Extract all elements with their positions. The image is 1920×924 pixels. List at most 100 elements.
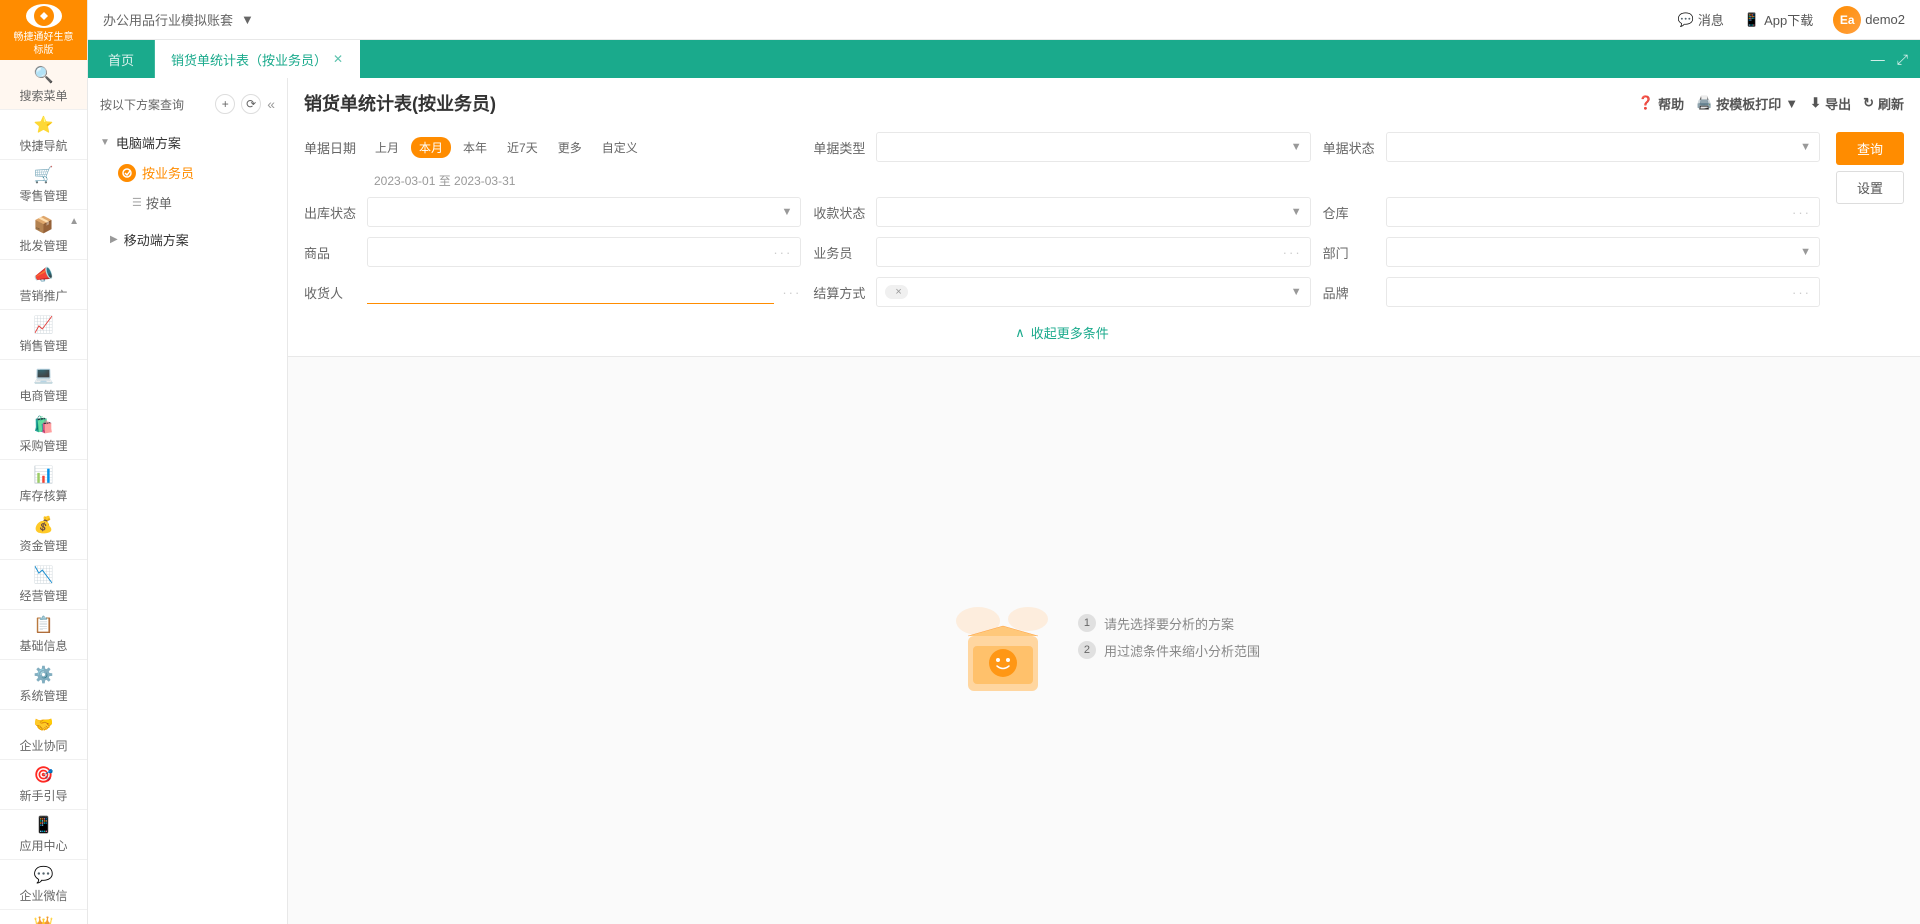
page-title-actions: ❓ 帮助 🖨️ 按模板打印 ▼ ⬇ 导出 ↻	[1638, 94, 1904, 113]
sidebar-item-enterprise[interactable]: 🤝 企业协同	[0, 710, 87, 760]
payment-tag-remove[interactable]: ×	[895, 286, 901, 298]
sidebar-item-ecommerce[interactable]: 💻 电商管理	[0, 360, 87, 410]
out-status-label: 出库状态	[304, 203, 359, 222]
collapse-up-icon: ∧	[1015, 325, 1025, 341]
last-month-btn[interactable]: 上月	[367, 137, 407, 158]
sidebar-item-member[interactable]: 👑 畅会员	[0, 910, 87, 924]
newbie-icon: 🎯	[34, 765, 54, 785]
company-selector[interactable]: 办公用品行业模拟账套 ▼	[103, 10, 254, 29]
by-salesperson-item[interactable]: 按业务员	[88, 157, 287, 188]
refresh-solution-btn[interactable]: ⟳	[241, 94, 261, 114]
enterprise-wechat-label: 企业微信	[19, 887, 67, 904]
sidebar-item-finance[interactable]: 💰 资金管理	[0, 510, 87, 560]
app-download-icon: 📱	[1744, 12, 1760, 28]
sidebar-item-newbie[interactable]: 🎯 新手引导	[0, 760, 87, 810]
this-month-btn[interactable]: 本月	[411, 137, 451, 158]
salesperson-filter: 业务员 ···	[813, 237, 1310, 267]
sidebar-item-search-menu[interactable]: 🔍 搜索菜单	[0, 60, 87, 110]
username: demo2	[1865, 12, 1905, 27]
sidebar-item-operations[interactable]: 📉 经营管理	[0, 560, 87, 610]
date-shortcuts: 上月 本月 本年 近7天 更多 自定义	[367, 137, 646, 158]
salesperson-dots: ···	[1283, 245, 1302, 260]
settings-button[interactable]: 设置	[1836, 171, 1904, 204]
operations-icon: 📉	[34, 565, 54, 585]
filter-fields: 单据日期 上月 本月 本年 近7天 更多 自定义	[304, 132, 1820, 344]
maximize-btn[interactable]: ⤢	[1897, 51, 1908, 68]
more-btn[interactable]: 更多	[550, 137, 590, 158]
sidebar-item-sales[interactable]: 📈 销售管理	[0, 310, 87, 360]
sales-icon: 📈	[34, 315, 54, 335]
department-select[interactable]: ▼	[1386, 237, 1820, 267]
tip-text-2: 用过滤条件来缩小分析范围	[1104, 641, 1260, 660]
enterprise-label: 企业协同	[19, 737, 67, 754]
add-solution-btn[interactable]: +	[215, 94, 235, 114]
company-name: 办公用品行业模拟账套	[103, 10, 233, 29]
sidebar-item-marketing[interactable]: 📣 营销推广	[0, 260, 87, 310]
payment-method-select[interactable]: × ▼	[876, 277, 1310, 307]
department-chevron: ▼	[1800, 246, 1811, 258]
goods-select[interactable]: ···	[367, 237, 801, 267]
pc-solutions-header[interactable]: ▼ 电脑端方案	[88, 128, 287, 157]
enterprise-wechat-icon: 💬	[34, 865, 54, 885]
sidebar-item-enterprise-wechat[interactable]: 💬 企业微信	[0, 860, 87, 910]
help-btn[interactable]: ❓ 帮助	[1638, 94, 1684, 113]
this-year-btn[interactable]: 本年	[455, 137, 495, 158]
sidebar-item-wholesale[interactable]: 📦 批发管理 ▲	[0, 210, 87, 260]
receiver-input[interactable]	[367, 280, 774, 304]
salesperson-badge	[118, 164, 136, 182]
order-type-chevron: ▼	[1291, 141, 1302, 153]
collapse-more-btn[interactable]: ∧ 收起更多条件	[304, 317, 1820, 344]
logo-text: 畅捷通好生意 标版	[14, 31, 74, 57]
warehouse-select[interactable]: ···	[1386, 197, 1820, 227]
marketing-label: 营销推广	[19, 287, 67, 304]
tab-sales-report[interactable]: 销货单统计表（按业务员） ✕	[155, 40, 360, 78]
tab-close-btn[interactable]: ✕	[333, 52, 343, 66]
page-content: 按以下方案查询 + ⟳ « ▼ 电脑端方案 按业务员	[88, 78, 1920, 924]
warehouse-filter: 仓库 ···	[1323, 197, 1820, 227]
receiver-label: 收货人	[304, 283, 359, 302]
basic-info-icon: 📋	[34, 615, 54, 635]
custom-btn[interactable]: 自定义	[594, 137, 646, 158]
export-btn[interactable]: ⬇ 导出	[1810, 94, 1851, 113]
minimize-btn[interactable]: —	[1871, 51, 1885, 67]
collapse-panel-btn[interactable]: «	[267, 96, 275, 112]
payment-status-select[interactable]: ▼	[876, 197, 1310, 227]
filter-area: 销货单统计表(按业务员) ❓ 帮助 🖨️ 按模板打印 ▼ ⬇	[288, 78, 1920, 357]
department-label: 部门	[1323, 243, 1378, 262]
user-menu[interactable]: Ea demo2	[1833, 6, 1905, 34]
sidebar-item-retail[interactable]: 🛒 零售管理	[0, 160, 87, 210]
sidebar-item-basic-info[interactable]: 📋 基础信息	[0, 610, 87, 660]
refresh-btn[interactable]: ↻ 刷新	[1863, 94, 1904, 113]
brand-select[interactable]: ···	[1386, 277, 1820, 307]
template-print-btn[interactable]: 🖨️ 按模板打印 ▼	[1696, 94, 1798, 113]
brand-dots: ···	[1792, 285, 1811, 300]
out-status-select[interactable]: ▼	[367, 197, 801, 227]
payment-status-chevron: ▼	[1291, 206, 1302, 218]
receiver-filter: 收货人 ···	[304, 280, 801, 304]
mobile-solutions-header[interactable]: ▶ 移动端方案	[88, 225, 287, 254]
last-7days-btn[interactable]: 近7天	[499, 137, 546, 158]
help-icon: ❓	[1638, 95, 1654, 111]
order-status-select[interactable]: ▼	[1386, 132, 1820, 162]
sidebar-item-inventory[interactable]: 📊 库存核算	[0, 460, 87, 510]
export-icon: ⬇	[1810, 95, 1821, 111]
sidebar-item-quick-nav[interactable]: ⭐ 快捷导航	[0, 110, 87, 160]
order-type-select[interactable]: ▼	[876, 132, 1310, 162]
app-center-label: 应用中心	[19, 837, 67, 854]
query-button[interactable]: 查询	[1836, 132, 1904, 165]
sidebar-item-system[interactable]: ⚙️ 系统管理	[0, 660, 87, 710]
quick-nav-label: 快捷导航	[19, 137, 67, 154]
brand-label: 品牌	[1323, 283, 1378, 302]
system-label: 系统管理	[19, 687, 67, 704]
payment-method-label: 结算方式	[813, 283, 868, 302]
empty-tip-1: 1 请先选择要分析的方案	[1078, 614, 1260, 633]
salesperson-select[interactable]: ···	[876, 237, 1310, 267]
tab-home[interactable]: 首页	[88, 40, 155, 78]
tree-mobile-solutions: ▶ 移动端方案	[88, 221, 287, 258]
by-order-item[interactable]: ☰ 按单	[88, 188, 287, 217]
message-btn[interactable]: 💬 消息	[1678, 10, 1724, 29]
order-status-label: 单据状态	[1323, 138, 1378, 157]
sidebar-item-app-center[interactable]: 📱 应用中心	[0, 810, 87, 860]
sidebar-item-purchase[interactable]: 🛍️ 采购管理	[0, 410, 87, 460]
app-download-btn[interactable]: 📱 App下载	[1744, 10, 1813, 29]
